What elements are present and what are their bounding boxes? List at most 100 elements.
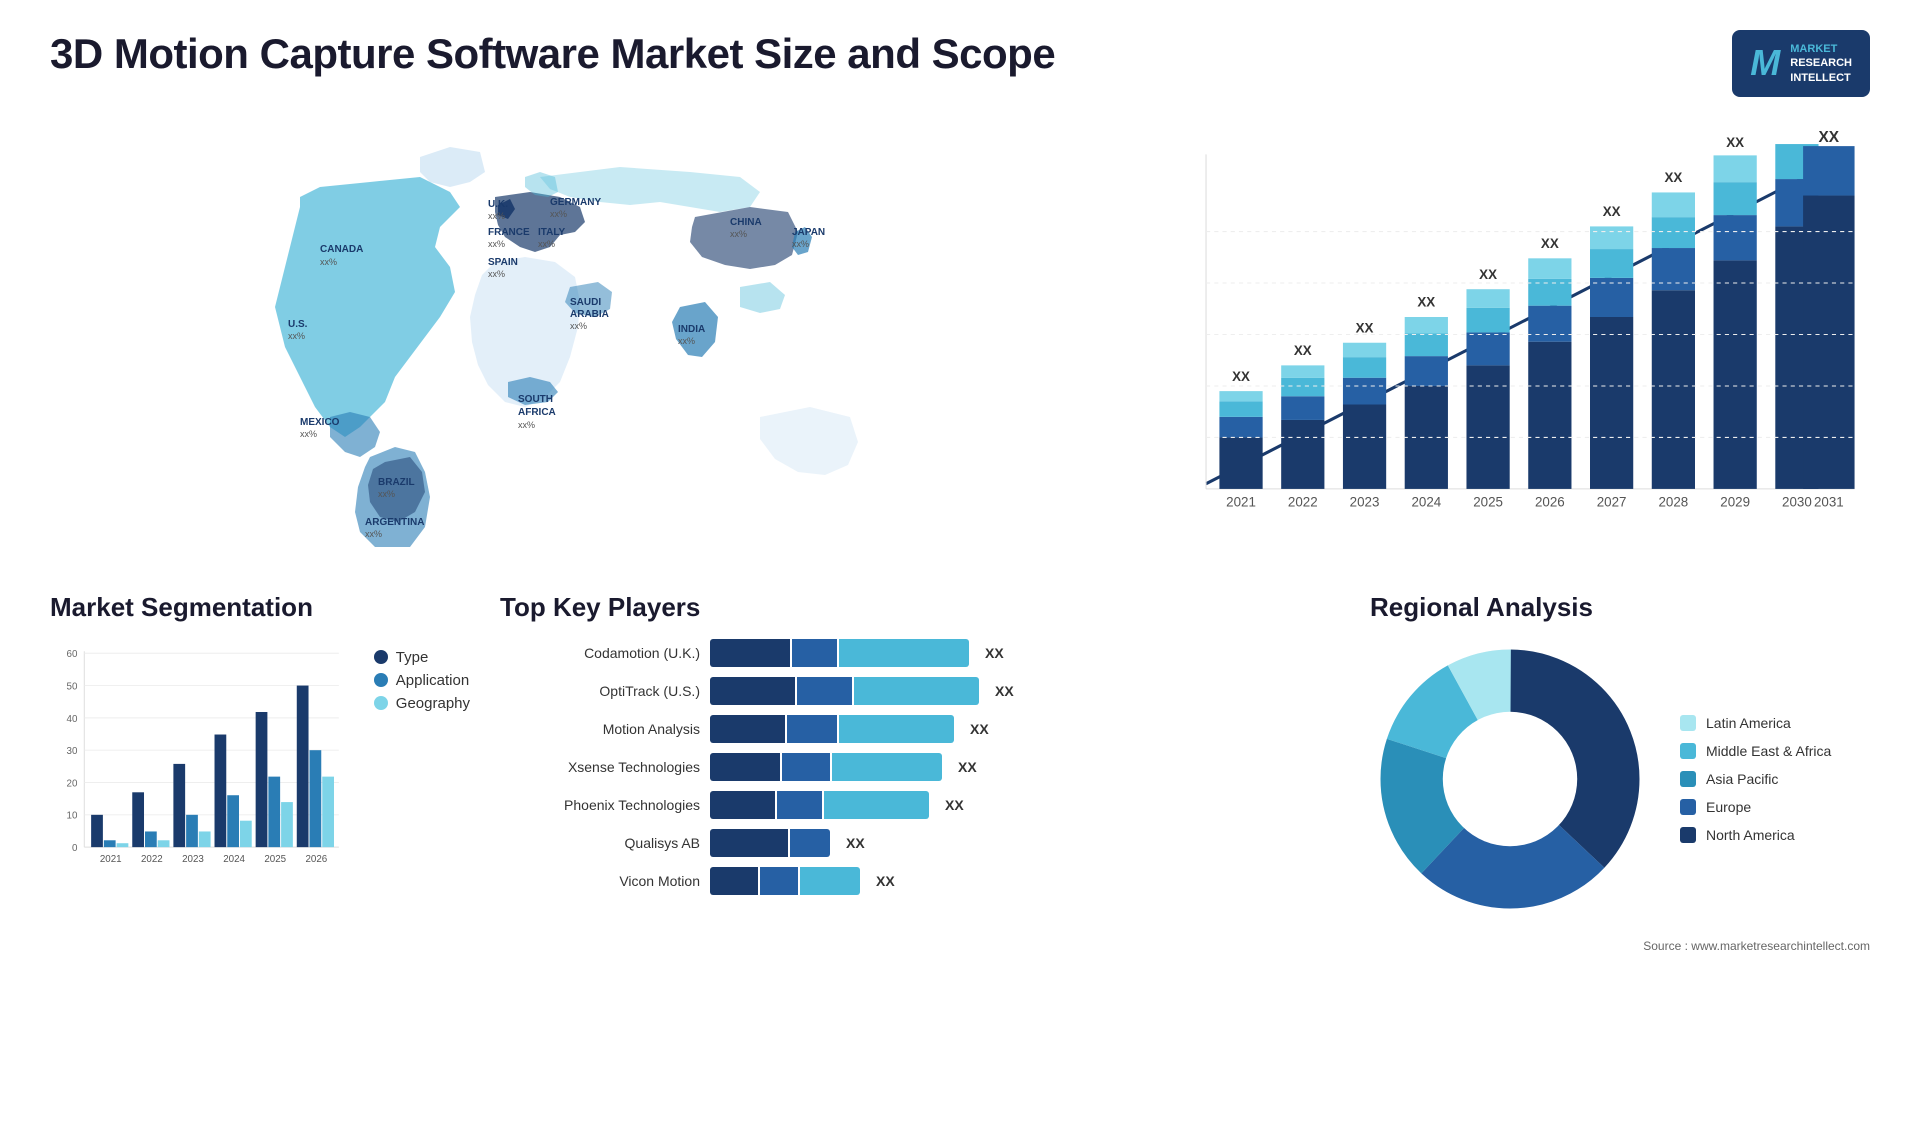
svg-text:50: 50 bbox=[67, 681, 78, 692]
legend-application: Application bbox=[374, 672, 470, 689]
regional-legend: Latin America Middle East & Africa Asia … bbox=[1680, 715, 1831, 843]
svg-text:2026: 2026 bbox=[1535, 494, 1565, 509]
application-dot bbox=[374, 673, 388, 687]
svg-text:xx%: xx% bbox=[518, 420, 535, 430]
svg-text:2026: 2026 bbox=[305, 854, 327, 865]
logo-m: M bbox=[1750, 42, 1780, 84]
geography-dot bbox=[374, 696, 388, 710]
legend-geography: Geography bbox=[374, 695, 470, 712]
svg-text:xx%: xx% bbox=[730, 229, 747, 239]
svg-text:2023: 2023 bbox=[1350, 494, 1380, 509]
svg-text:xx%: xx% bbox=[570, 321, 587, 331]
bottom-section: Market Segmentation 0 10 20 30 40 50 60 bbox=[50, 592, 1870, 953]
svg-text:xx%: xx% bbox=[288, 331, 305, 341]
svg-text:10: 10 bbox=[67, 811, 78, 822]
svg-text:xx%: xx% bbox=[320, 257, 337, 267]
legend-asia-pacific: Asia Pacific bbox=[1680, 771, 1831, 787]
regional-container: Latin America Middle East & Africa Asia … bbox=[1370, 639, 1870, 919]
svg-text:30: 30 bbox=[67, 746, 78, 757]
page-title: 3D Motion Capture Software Market Size a… bbox=[50, 30, 1055, 78]
regional-title: Regional Analysis bbox=[1370, 592, 1870, 623]
svg-text:2025: 2025 bbox=[264, 854, 286, 865]
mexico-label: MEXICO bbox=[300, 417, 340, 428]
svg-text:xx%: xx% bbox=[538, 239, 555, 249]
type-dot bbox=[374, 650, 388, 664]
svg-text:XX: XX bbox=[1541, 236, 1559, 251]
svg-text:XX: XX bbox=[1294, 343, 1312, 358]
header: 3D Motion Capture Software Market Size a… bbox=[50, 30, 1870, 97]
svg-text:AFRICA: AFRICA bbox=[518, 407, 556, 418]
players-chart: Codamotion (U.K.) XX OptiTrack (U.S.) bbox=[500, 639, 1340, 895]
svg-text:2024: 2024 bbox=[223, 854, 245, 865]
svg-text:XX: XX bbox=[1232, 369, 1250, 384]
player-optitrack: OptiTrack (U.S.) XX bbox=[500, 677, 1340, 705]
france-label: FRANCE bbox=[488, 227, 530, 238]
svg-text:2028: 2028 bbox=[1658, 494, 1688, 509]
world-map: CANADA xx% U.S. xx% MEXICO xx% BRAZIL xx… bbox=[50, 117, 1130, 547]
svg-text:xx%: xx% bbox=[488, 239, 505, 249]
map-section: CANADA xx% U.S. xx% MEXICO xx% BRAZIL xx… bbox=[50, 117, 1130, 552]
svg-text:XX: XX bbox=[1819, 129, 1840, 146]
source-text: Source : www.marketresearchintellect.com bbox=[1370, 939, 1870, 953]
svg-text:2024: 2024 bbox=[1411, 494, 1441, 509]
india-label: INDIA bbox=[678, 324, 705, 335]
segmentation-chart: 0 10 20 30 40 50 60 bbox=[50, 639, 344, 879]
player-qualisys: Qualisys AB XX bbox=[500, 829, 1340, 857]
svg-text:xx%: xx% bbox=[550, 209, 567, 219]
svg-text:2029: 2029 bbox=[1720, 494, 1750, 509]
legend-type: Type bbox=[374, 649, 470, 666]
segmentation-section: Market Segmentation 0 10 20 30 40 50 60 bbox=[50, 592, 470, 879]
svg-text:XX: XX bbox=[1603, 204, 1621, 219]
svg-text:xx%: xx% bbox=[300, 429, 317, 439]
svg-text:2027: 2027 bbox=[1597, 494, 1627, 509]
uk-label: U.K. bbox=[488, 199, 508, 210]
svg-text:2022: 2022 bbox=[141, 854, 163, 865]
segmentation-title: Market Segmentation bbox=[50, 592, 470, 623]
player-xsense: Xsense Technologies XX bbox=[500, 753, 1340, 781]
svg-text:xx%: xx% bbox=[488, 269, 505, 279]
legend-middle-east-africa: Middle East & Africa bbox=[1680, 743, 1831, 759]
svg-text:xx%: xx% bbox=[488, 211, 505, 221]
svg-text:2025: 2025 bbox=[1473, 494, 1503, 509]
svg-text:60: 60 bbox=[67, 649, 78, 660]
svg-text:xx%: xx% bbox=[678, 336, 695, 346]
growth-bar-chart: XX XX XX XX bbox=[1170, 117, 1870, 552]
svg-text:2023: 2023 bbox=[182, 854, 204, 865]
svg-text:XX: XX bbox=[1664, 170, 1682, 185]
bar-chart-section: XX XX XX XX bbox=[1170, 117, 1870, 552]
svg-text:2022: 2022 bbox=[1288, 494, 1318, 509]
svg-text:xx%: xx% bbox=[792, 239, 809, 249]
key-players-section: Top Key Players Codamotion (U.K.) XX Opt… bbox=[500, 592, 1340, 905]
logo-text: MARKET RESEARCH INTELLECT bbox=[1790, 42, 1852, 85]
argentina-label: ARGENTINA bbox=[365, 517, 424, 528]
regional-donut-chart bbox=[1370, 639, 1650, 919]
japan-label: JAPAN bbox=[792, 227, 825, 238]
svg-text:2030: 2030 bbox=[1782, 494, 1812, 509]
legend-europe: Europe bbox=[1680, 799, 1831, 815]
segmentation-legend: Type Application Geography bbox=[374, 649, 470, 712]
svg-text:xx%: xx% bbox=[365, 529, 382, 539]
china-label: CHINA bbox=[730, 217, 762, 228]
germany-label: GERMANY bbox=[550, 197, 601, 208]
svg-text:0: 0 bbox=[72, 843, 78, 854]
page-container: 3D Motion Capture Software Market Size a… bbox=[0, 0, 1920, 1146]
us-label: U.S. bbox=[288, 319, 308, 330]
brazil-label: BRAZIL bbox=[378, 477, 415, 488]
regional-section: Regional Analysis bbox=[1370, 592, 1870, 953]
key-players-title: Top Key Players bbox=[500, 592, 1340, 623]
canada-label: CANADA bbox=[320, 244, 363, 255]
svg-text:xx%: xx% bbox=[378, 489, 395, 499]
svg-text:XX: XX bbox=[1479, 267, 1497, 282]
legend-north-america: North America bbox=[1680, 827, 1831, 843]
player-codamotion: Codamotion (U.K.) XX bbox=[500, 639, 1340, 667]
player-phoenix: Phoenix Technologies XX bbox=[500, 791, 1340, 819]
svg-text:ARABIA: ARABIA bbox=[570, 309, 609, 320]
top-section: CANADA xx% U.S. xx% MEXICO xx% BRAZIL xx… bbox=[50, 117, 1870, 552]
svg-text:2021: 2021 bbox=[1226, 494, 1256, 509]
svg-text:XX: XX bbox=[1726, 135, 1744, 150]
svg-text:2031: 2031 bbox=[1814, 494, 1844, 509]
svg-text:XX: XX bbox=[1417, 295, 1435, 310]
svg-text:40: 40 bbox=[67, 714, 78, 725]
spain-label: SPAIN bbox=[488, 257, 518, 268]
svg-text:2021: 2021 bbox=[100, 854, 122, 865]
